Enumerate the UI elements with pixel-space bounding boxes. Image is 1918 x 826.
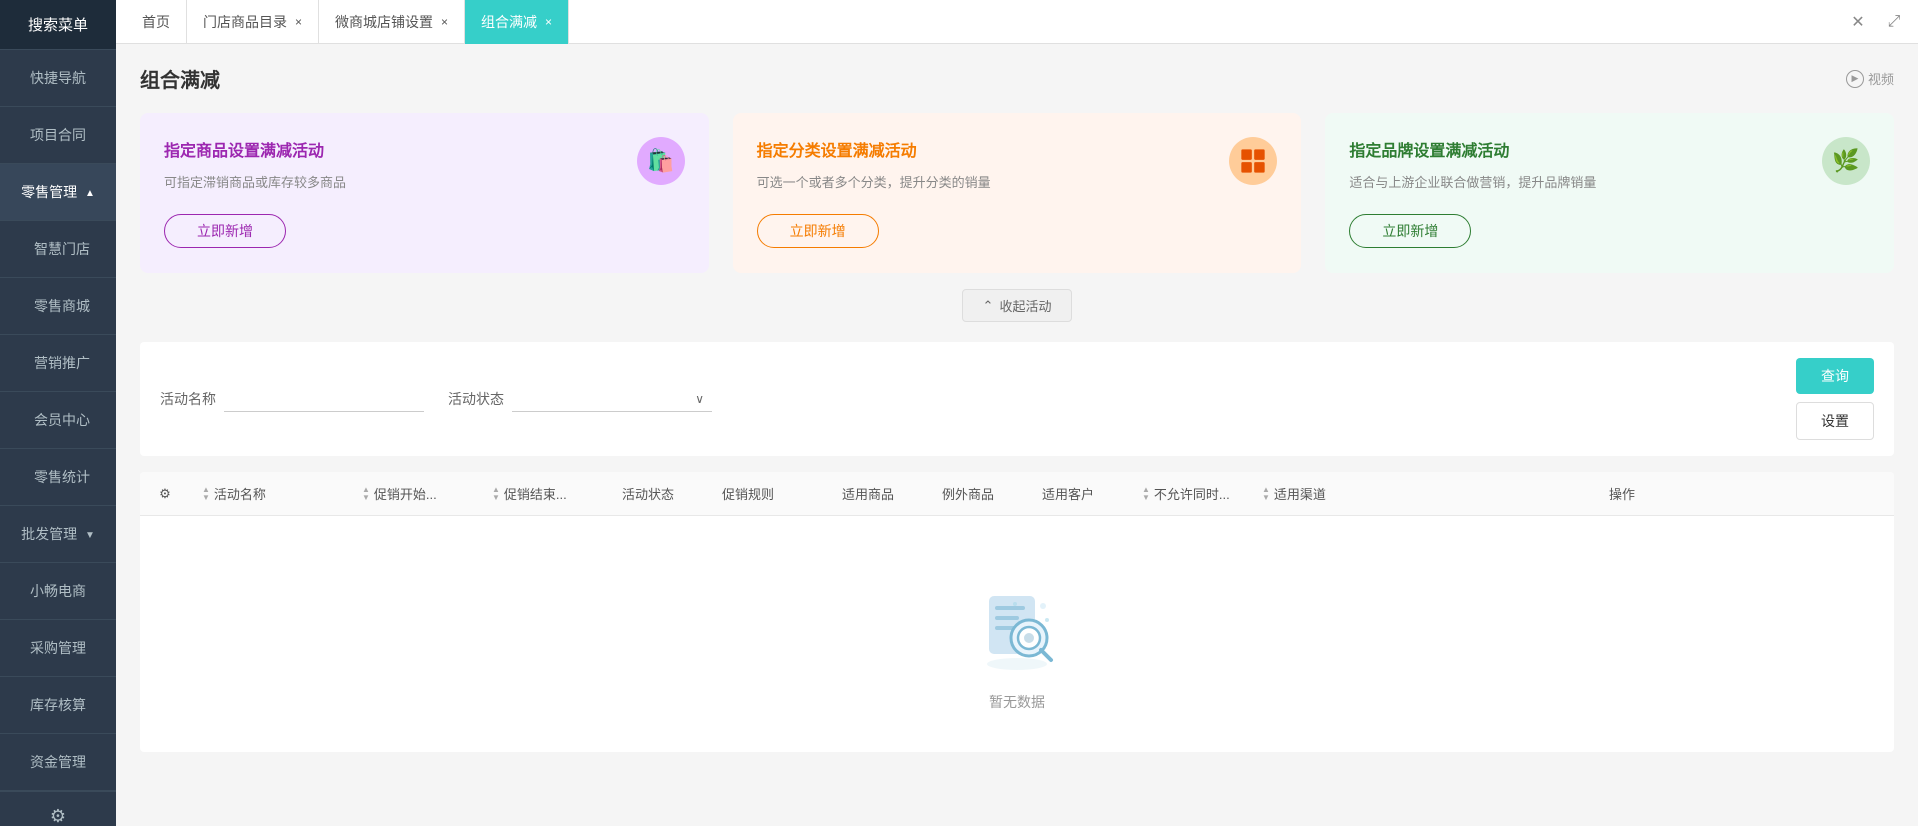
category-card-desc: 可选一个或者多个分类，提升分类的销量 bbox=[757, 173, 1278, 194]
goods-card-icon: 🛍️ bbox=[637, 137, 685, 185]
setting-btn[interactable]: 设置 bbox=[1796, 402, 1874, 440]
sidebar-item-purchase-mgmt[interactable]: 采购管理 bbox=[0, 620, 116, 677]
filter-status-select[interactable]: 进行中 已结束 未开始 bbox=[512, 387, 712, 412]
query-btn[interactable]: 查询 bbox=[1796, 358, 1874, 394]
th-channel[interactable]: ▲▼ 适用渠道 bbox=[1250, 484, 1350, 503]
th-gear[interactable]: ⚙ bbox=[140, 484, 190, 503]
goods-activity-card: 指定商品设置满减活动 可指定滞销商品或库存较多商品 🛍️ 立即新增 bbox=[140, 113, 709, 273]
filter-status-label: 活动状态 bbox=[448, 389, 504, 409]
table-header: ⚙ ▲▼ 活动名称 ▲▼ 促销开始... ▲▼ 促销结束... 活动状态 bbox=[140, 472, 1894, 516]
empty-illustration bbox=[967, 576, 1067, 676]
tab-combo-discount[interactable]: 组合满减 × bbox=[465, 0, 569, 44]
sort-arrows-name: ▲▼ bbox=[202, 486, 210, 502]
goods-card-title: 指定商品设置满减活动 bbox=[164, 137, 685, 161]
sidebar-search-menu[interactable]: 搜索菜单 bbox=[0, 0, 116, 50]
collapse-row: ⌃ 收起活动 bbox=[140, 289, 1894, 322]
tab-bar: 首页 门店商品目录 × 微商城店铺设置 × 组合满减 × ✕ ⤢ bbox=[116, 0, 1918, 44]
sidebar-item-project-contract[interactable]: 项目合同 bbox=[0, 107, 116, 164]
filter-status-select-wrapper: 进行中 已结束 未开始 ∨ bbox=[512, 387, 712, 412]
sidebar-item-xpay-ecom[interactable]: 小畅电商 bbox=[0, 563, 116, 620]
filter-name-input[interactable] bbox=[224, 387, 424, 412]
th-customer: 适用客户 bbox=[1030, 484, 1130, 503]
sidebar: 搜索菜单 快捷导航 项目合同 零售管理 智慧门店 零售商城 营销推广 会员中心 … bbox=[0, 0, 116, 826]
maximize-window-btn[interactable]: ⤢ bbox=[1880, 8, 1908, 36]
collapse-icon: ⌃ bbox=[983, 298, 994, 314]
filter-status-item: 活动状态 进行中 已结束 未开始 ∨ bbox=[448, 387, 712, 412]
sidebar-item-member-center[interactable]: 会员中心 bbox=[0, 392, 116, 449]
sort-arrows-end: ▲▼ bbox=[492, 486, 500, 502]
play-icon: ▶ bbox=[1846, 70, 1864, 88]
sidebar-item-retail-stats[interactable]: 零售统计 bbox=[0, 449, 116, 506]
category-card-add-btn[interactable]: 立即新增 bbox=[757, 214, 879, 248]
brand-activity-card: 指定品牌设置满减活动 适合与上游企业联合做营销，提升品牌销量 🌿 立即新增 bbox=[1325, 113, 1894, 273]
close-combo-discount-tab[interactable]: × bbox=[545, 15, 552, 29]
collapse-activities-btn[interactable]: ⌃ 收起活动 bbox=[962, 289, 1073, 322]
page-header: 组合满减 ▶ 视频 bbox=[140, 64, 1894, 93]
brand-card-desc: 适合与上游企业联合做营销，提升品牌销量 bbox=[1349, 173, 1870, 194]
empty-state: 暂无数据 bbox=[140, 516, 1894, 752]
sidebar-item-smart-store[interactable]: 智慧门店 bbox=[0, 221, 116, 278]
sort-arrows-channel: ▲▼ bbox=[1262, 486, 1270, 502]
filter-name-item: 活动名称 bbox=[160, 387, 424, 412]
close-wechat-store-settings-tab[interactable]: × bbox=[441, 15, 448, 29]
sidebar-settings-icon[interactable]: ⚙ bbox=[0, 791, 116, 826]
sidebar-item-marketing[interactable]: 营销推广 bbox=[0, 335, 116, 392]
close-window-btn[interactable]: ✕ bbox=[1844, 8, 1872, 36]
brand-card-title: 指定品牌设置满减活动 bbox=[1349, 137, 1870, 161]
sort-arrows-noconflict: ▲▼ bbox=[1142, 486, 1150, 502]
filter-buttons: 查询 设置 bbox=[1796, 358, 1874, 440]
activity-cards: 指定商品设置满减活动 可指定滞销商品或库存较多商品 🛍️ 立即新增 指定分类设置… bbox=[140, 113, 1894, 273]
filter-name-label: 活动名称 bbox=[160, 389, 216, 409]
category-card-icon bbox=[1229, 137, 1277, 185]
video-link[interactable]: ▶ 视频 bbox=[1846, 69, 1894, 88]
sort-arrows-start: ▲▼ bbox=[362, 486, 370, 502]
tab-store-catalog[interactable]: 门店商品目录 × bbox=[187, 0, 319, 44]
filter-row: 活动名称 活动状态 进行中 已结束 未开始 ∨ 查询 设置 bbox=[140, 342, 1894, 456]
main-area: 首页 门店商品目录 × 微商城店铺设置 × 组合满减 × ✕ ⤢ 组合满减 ▶ … bbox=[116, 0, 1918, 826]
th-except: 例外商品 bbox=[930, 484, 1030, 503]
th-status: 活动状态 bbox=[610, 484, 710, 503]
th-name[interactable]: ▲▼ 活动名称 bbox=[190, 484, 350, 503]
th-noconflict[interactable]: ▲▼ 不允许同时... bbox=[1130, 484, 1250, 503]
th-action: 操作 bbox=[1350, 484, 1894, 503]
goods-card-add-btn[interactable]: 立即新增 bbox=[164, 214, 286, 248]
category-card-title: 指定分类设置满减活动 bbox=[757, 137, 1278, 161]
sidebar-item-retail-mgmt[interactable]: 零售管理 bbox=[0, 164, 116, 221]
brand-card-add-btn[interactable]: 立即新增 bbox=[1349, 214, 1471, 248]
sidebar-item-wholesale-mgmt[interactable]: 批发管理 bbox=[0, 506, 116, 563]
sidebar-item-retail-mall[interactable]: 零售商城 bbox=[0, 278, 116, 335]
table-container: ⚙ ▲▼ 活动名称 ▲▼ 促销开始... ▲▼ 促销结束... 活动状态 bbox=[140, 472, 1894, 752]
tab-home[interactable]: 首页 bbox=[126, 0, 187, 44]
sidebar-item-fund-mgmt[interactable]: 资金管理 bbox=[0, 734, 116, 791]
th-goods: 适用商品 bbox=[830, 484, 930, 503]
page-content: 组合满减 ▶ 视频 指定商品设置满减活动 可指定滞销商品或库存较多商品 🛍️ 立… bbox=[116, 44, 1918, 826]
empty-text: 暂无数据 bbox=[989, 692, 1045, 712]
brand-card-icon: 🌿 bbox=[1822, 137, 1870, 185]
sidebar-item-inventory[interactable]: 库存核算 bbox=[0, 677, 116, 734]
tab-wechat-store-settings[interactable]: 微商城店铺设置 × bbox=[319, 0, 465, 44]
th-rule: 促销规则 bbox=[710, 484, 830, 503]
category-activity-card: 指定分类设置满减活动 可选一个或者多个分类，提升分类的销量 立即新增 bbox=[733, 113, 1302, 273]
th-start[interactable]: ▲▼ 促销开始... bbox=[350, 484, 480, 503]
page-title: 组合满减 bbox=[140, 64, 220, 93]
goods-card-desc: 可指定滞销商品或库存较多商品 bbox=[164, 173, 685, 194]
th-end[interactable]: ▲▼ 促销结束... bbox=[480, 484, 610, 503]
sidebar-item-quick-nav[interactable]: 快捷导航 bbox=[0, 50, 116, 107]
close-store-catalog-tab[interactable]: × bbox=[295, 15, 302, 29]
tab-window-actions: ✕ ⤢ bbox=[1844, 8, 1908, 36]
